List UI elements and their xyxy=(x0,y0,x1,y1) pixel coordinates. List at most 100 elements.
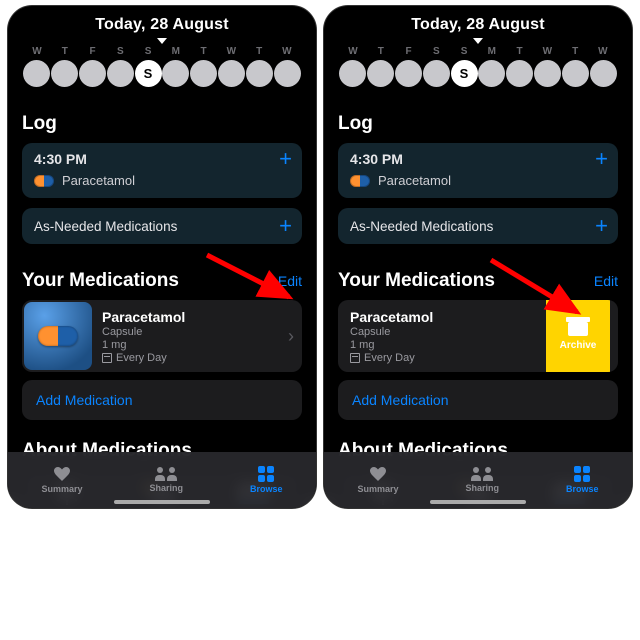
day-dot[interactable] xyxy=(107,60,134,87)
log-time: 4:30 PM xyxy=(350,151,403,167)
date-title: Today, 28 August xyxy=(22,16,302,34)
log-card[interactable]: 4:30 PM + Paracetamol xyxy=(22,143,302,198)
edit-button[interactable]: Edit xyxy=(278,273,302,289)
day-dot[interactable] xyxy=(367,60,394,87)
your-medications-heading: Your Medications xyxy=(22,270,179,292)
weekday-letters: W T F S S M T W T W xyxy=(22,46,302,57)
add-as-needed-button[interactable]: + xyxy=(595,218,608,234)
edit-button[interactable]: Edit xyxy=(594,273,618,289)
grid-icon xyxy=(258,466,274,482)
weekday-letter: M xyxy=(479,46,505,57)
day-dot[interactable] xyxy=(218,60,245,87)
weekday-letter: W xyxy=(534,46,560,57)
medication-schedule: Every Day xyxy=(350,352,546,364)
calendar-icon xyxy=(350,353,360,363)
capsule-icon xyxy=(34,175,54,187)
day-dot[interactable] xyxy=(339,60,366,87)
day-dot[interactable] xyxy=(23,60,50,87)
medication-name: Paracetamol xyxy=(102,309,284,325)
home-indicator[interactable] xyxy=(430,500,526,504)
tab-sharing[interactable]: Sharing xyxy=(465,467,499,493)
weekday-letter: W xyxy=(274,46,300,57)
day-dot[interactable] xyxy=(79,60,106,87)
day-dot[interactable] xyxy=(562,60,589,87)
archive-box-icon xyxy=(568,322,588,336)
weekday-letter: M xyxy=(163,46,189,57)
medication-strength: 1 mg xyxy=(102,339,284,351)
tab-browse[interactable]: Browse xyxy=(250,466,283,494)
add-medication-button[interactable]: Add Medication xyxy=(338,380,618,420)
capsule-icon xyxy=(38,326,78,346)
medication-strength: 1 mg xyxy=(350,339,546,351)
caret-down-icon xyxy=(157,38,167,44)
tab-summary[interactable]: Summary xyxy=(357,466,398,494)
log-card[interactable]: 4:30 PM + Paracetamol xyxy=(338,143,618,198)
day-dot[interactable] xyxy=(534,60,561,87)
weekday-letter: T xyxy=(246,46,272,57)
day-dot-selected[interactable]: S xyxy=(451,60,478,87)
weekday-letter: W xyxy=(590,46,616,57)
day-dot[interactable] xyxy=(478,60,505,87)
tab-sharing[interactable]: Sharing xyxy=(149,467,183,493)
home-indicator[interactable] xyxy=(114,500,210,504)
weekday-letter: F xyxy=(396,46,422,57)
log-med-name: Paracetamol xyxy=(378,173,451,188)
day-dot[interactable] xyxy=(162,60,189,87)
week-strip[interactable]: S xyxy=(22,60,302,87)
medication-row[interactable]: Paracetamol Capsule 1 mg Every Day › xyxy=(22,300,302,372)
weekday-letter: T xyxy=(191,46,217,57)
medication-row-swiped[interactable]: Paracetamol Capsule 1 mg Every Day › Arc… xyxy=(338,300,618,372)
log-heading: Log xyxy=(22,113,302,135)
heart-icon xyxy=(369,466,387,482)
medication-form: Capsule xyxy=(102,326,284,338)
people-icon xyxy=(155,467,177,481)
weekday-letter: W xyxy=(340,46,366,57)
week-strip[interactable]: S xyxy=(338,60,618,87)
weekday-letter: S xyxy=(423,46,449,57)
weekday-letters: W T F S S M T W T W xyxy=(338,46,618,57)
tab-browse[interactable]: Browse xyxy=(566,466,599,494)
weekday-letter: W xyxy=(24,46,50,57)
capsule-icon xyxy=(350,175,370,187)
as-needed-label: As-Needed Medications xyxy=(350,219,493,234)
as-needed-label: As-Needed Medications xyxy=(34,219,177,234)
chevron-right-icon: › xyxy=(288,326,294,347)
add-dose-button[interactable]: + xyxy=(595,151,608,167)
your-medications-heading: Your Medications xyxy=(338,270,495,292)
log-time: 4:30 PM xyxy=(34,151,87,167)
medication-thumbnail xyxy=(24,302,92,370)
as-needed-card[interactable]: As-Needed Medications + xyxy=(338,208,618,244)
tab-summary[interactable]: Summary xyxy=(41,466,82,494)
weekday-letter: T xyxy=(368,46,394,57)
day-dot-selected[interactable]: S xyxy=(135,60,162,87)
add-as-needed-button[interactable]: + xyxy=(279,218,292,234)
day-dot[interactable] xyxy=(51,60,78,87)
heart-icon xyxy=(53,466,71,482)
as-needed-card[interactable]: As-Needed Medications + xyxy=(22,208,302,244)
add-dose-button[interactable]: + xyxy=(279,151,292,167)
day-dot[interactable] xyxy=(395,60,422,87)
weekday-letter: T xyxy=(52,46,78,57)
weekday-letter: F xyxy=(80,46,106,57)
comparison-canvas: Today, 28 August W T F S S M T W T W S xyxy=(0,0,640,640)
day-dot[interactable] xyxy=(190,60,217,87)
weekday-letter: W xyxy=(218,46,244,57)
log-heading: Log xyxy=(338,113,618,135)
calendar-icon xyxy=(102,353,112,363)
day-dot[interactable] xyxy=(590,60,617,87)
medication-schedule: Every Day xyxy=(102,352,284,364)
weekday-letter: T xyxy=(507,46,533,57)
day-dot[interactable] xyxy=(506,60,533,87)
date-title: Today, 28 August xyxy=(338,16,618,34)
people-icon xyxy=(471,467,493,481)
phone-screen-left: Today, 28 August W T F S S M T W T W S xyxy=(8,6,316,508)
archive-label: Archive xyxy=(560,340,597,351)
day-dot[interactable] xyxy=(423,60,450,87)
grid-icon xyxy=(574,466,590,482)
day-dot[interactable] xyxy=(274,60,301,87)
add-medication-button[interactable]: Add Medication xyxy=(22,380,302,420)
caret-down-icon xyxy=(473,38,483,44)
weekday-letter: S xyxy=(135,46,161,57)
archive-button[interactable]: Archive xyxy=(546,300,610,372)
day-dot[interactable] xyxy=(246,60,273,87)
